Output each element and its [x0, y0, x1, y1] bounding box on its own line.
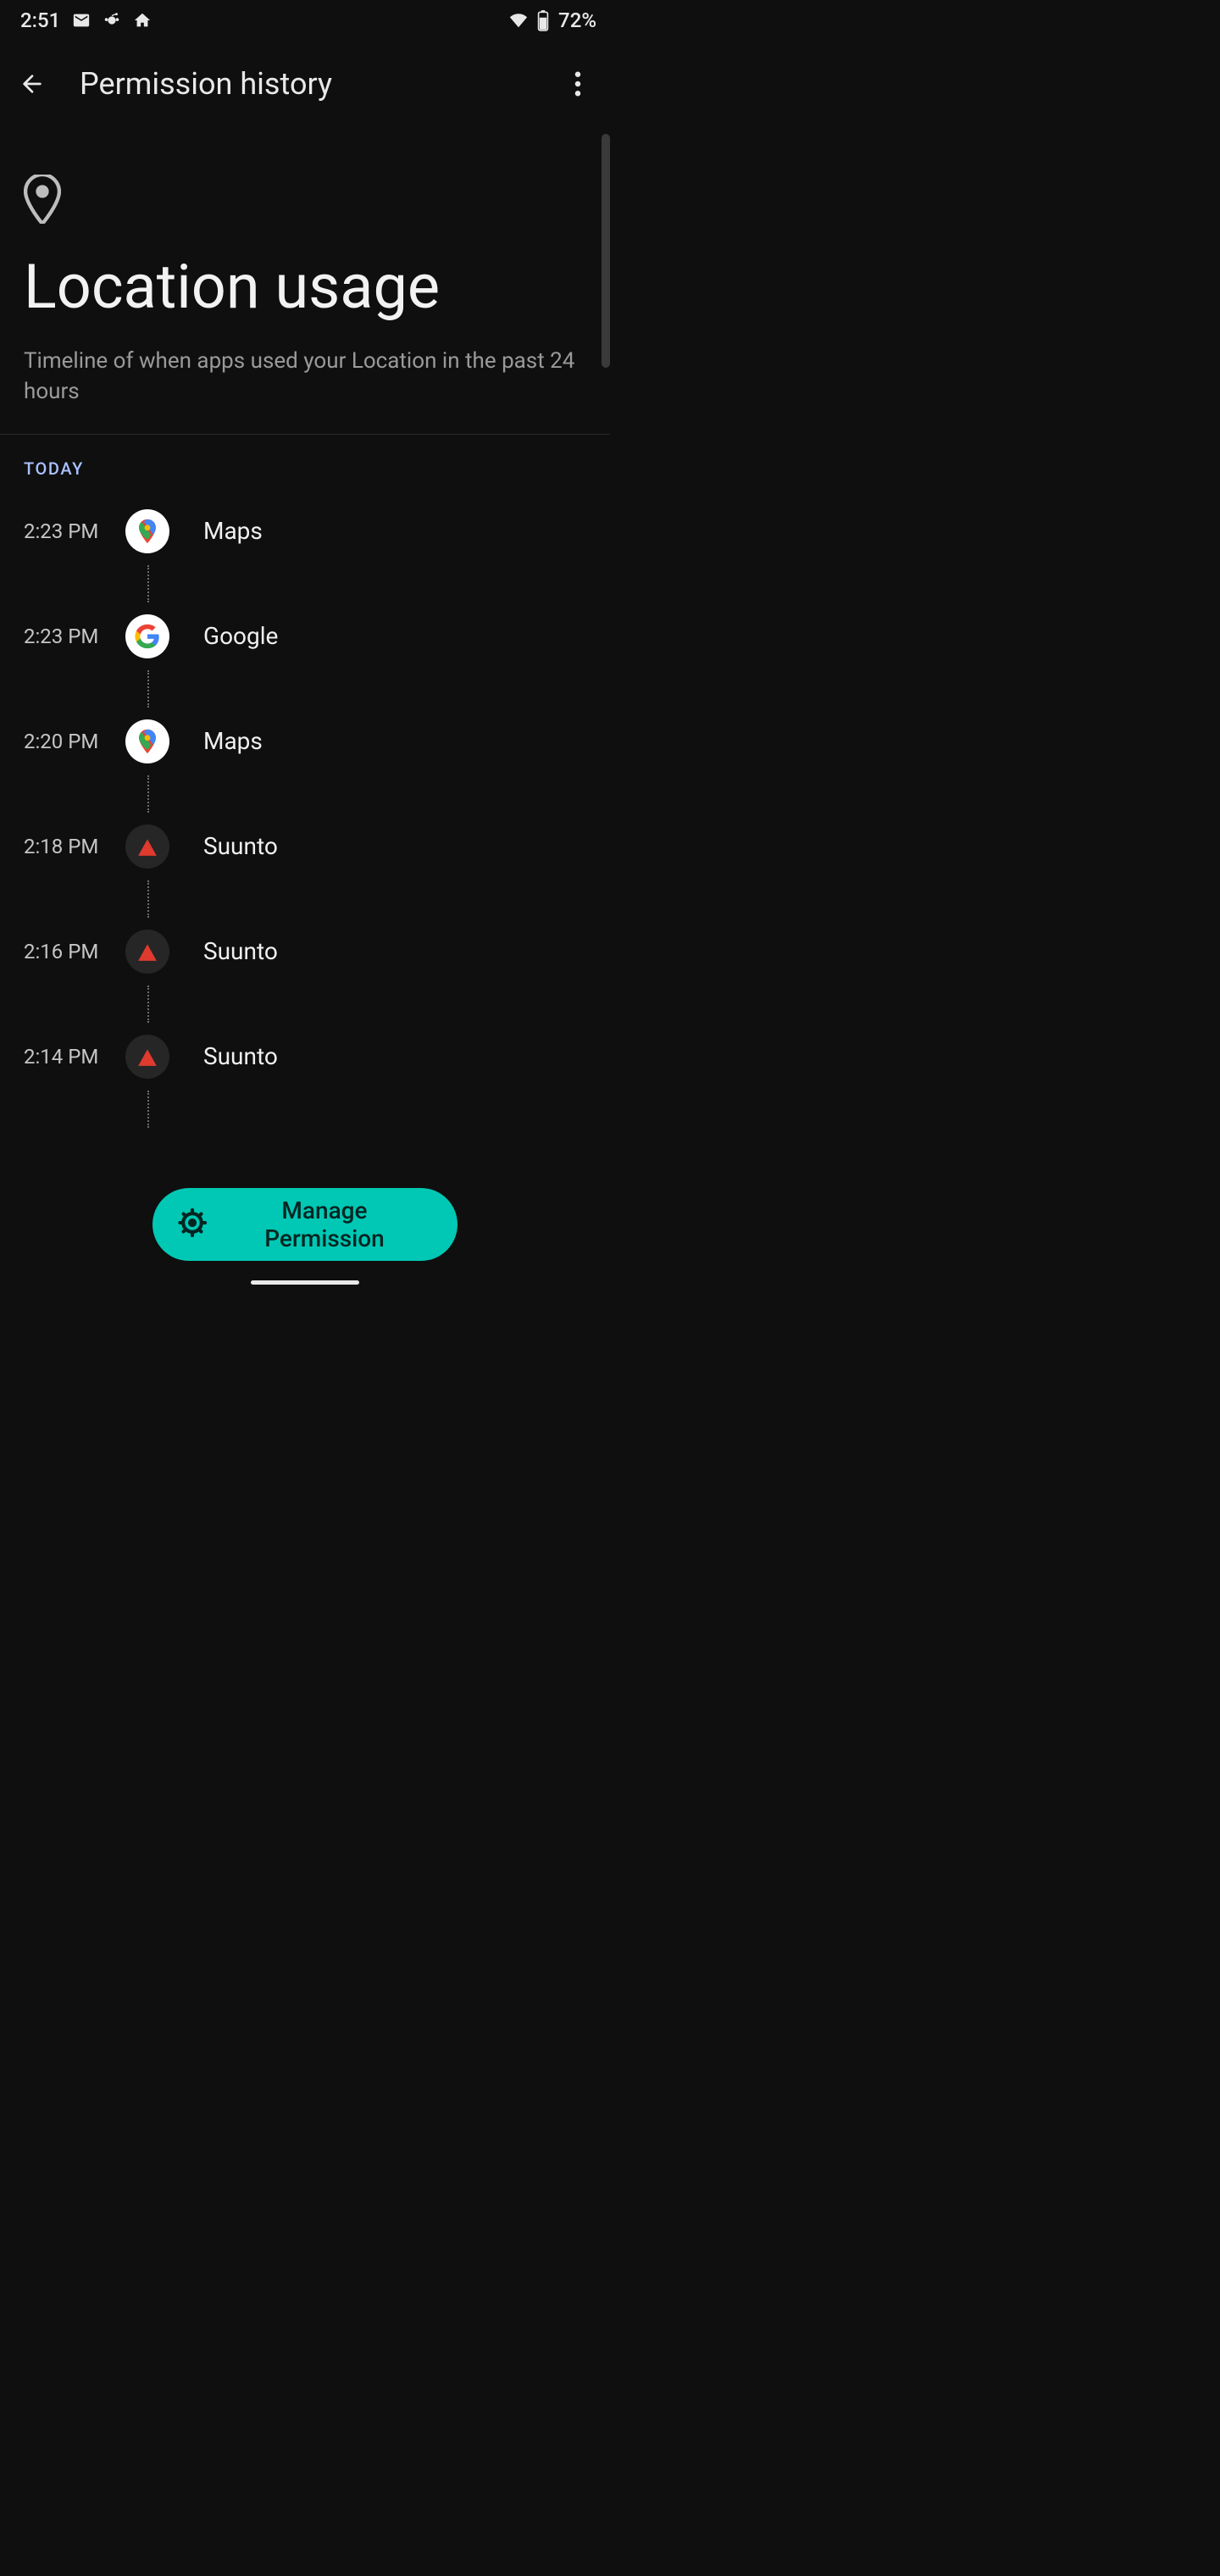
timeline-connector — [147, 985, 149, 1023]
scrollbar-thumb[interactable] — [602, 134, 610, 368]
timeline-section: TODAY 2:23 PM Maps 2:23 PM Google 2:20 PM Map… — [0, 435, 610, 1128]
row-app-name: Suunto — [203, 832, 278, 860]
timeline-row[interactable]: 2:23 PM Google — [0, 602, 610, 670]
timeline-connector — [147, 880, 149, 918]
status-bar: 2:51 72% — [0, 0, 610, 41]
suunto-app-icon — [125, 824, 169, 869]
row-time: 2:23 PM — [24, 625, 125, 648]
reddit-icon — [103, 11, 121, 30]
row-time: 2:14 PM — [24, 1045, 125, 1069]
suunto-app-icon — [125, 930, 169, 974]
row-time: 2:18 PM — [24, 835, 125, 858]
back-button[interactable] — [14, 65, 51, 103]
hero-subtitle: Timeline of when apps used your Location… — [24, 347, 586, 406]
google-app-icon — [125, 614, 169, 658]
section-label: TODAY — [0, 458, 610, 497]
timeline-connector — [147, 1091, 149, 1128]
hero: Location usage Timeline of when apps use… — [0, 127, 610, 434]
timeline-connector — [147, 670, 149, 708]
row-app-name: Maps — [203, 517, 263, 545]
suunto-app-icon — [125, 1035, 169, 1079]
page-title: Permission history — [80, 66, 559, 102]
location-pin-icon — [24, 175, 586, 227]
maps-app-icon — [125, 509, 169, 553]
timeline-row[interactable]: 2:23 PM Maps — [0, 497, 610, 565]
status-clock: 2:51 — [20, 8, 60, 32]
row-app-name: Suunto — [203, 1042, 278, 1070]
fab-label: Manage Permission — [225, 1196, 424, 1252]
row-app-name: Google — [203, 622, 278, 650]
home-icon — [133, 11, 152, 30]
row-app-name: Maps — [203, 727, 263, 755]
battery-icon — [536, 9, 550, 31]
app-bar: Permission history — [0, 41, 610, 127]
maps-app-icon — [125, 719, 169, 763]
row-time: 2:20 PM — [24, 730, 125, 753]
nav-handle[interactable] — [251, 1280, 359, 1285]
gear-icon — [176, 1207, 208, 1242]
row-time: 2:23 PM — [24, 519, 125, 543]
wifi-icon — [507, 11, 530, 30]
timeline-connector — [147, 565, 149, 602]
status-battery: 72% — [558, 8, 596, 32]
more-button[interactable] — [559, 65, 596, 103]
timeline-row[interactable]: 2:18 PM Suunto — [0, 813, 610, 880]
timeline-row[interactable]: 2:16 PM Suunto — [0, 918, 610, 985]
timeline-connector — [147, 775, 149, 813]
timeline-row[interactable]: 2:14 PM Suunto — [0, 1023, 610, 1091]
row-app-name: Suunto — [203, 937, 278, 965]
manage-permission-button[interactable]: Manage Permission — [152, 1188, 458, 1261]
hero-title: Location usage — [24, 256, 586, 318]
timeline-row[interactable]: 2:20 PM Maps — [0, 708, 610, 775]
mail-icon — [72, 11, 91, 30]
row-time: 2:16 PM — [24, 940, 125, 963]
